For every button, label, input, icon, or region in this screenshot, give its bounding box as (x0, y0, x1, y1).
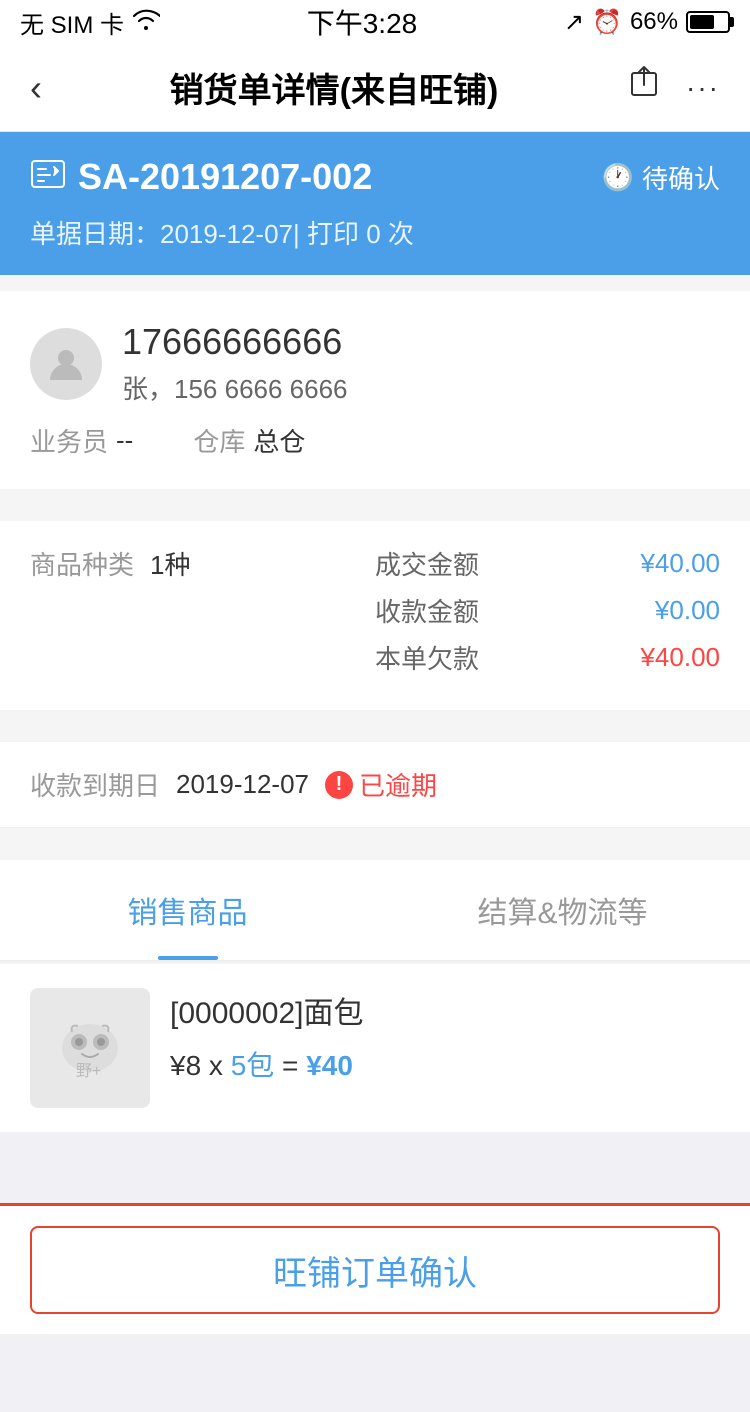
product-section: 野+ [0000002]面包 ¥8 x 5包 = ¥40 (0, 964, 750, 1132)
tabs-bar: 销售商品 结算&物流等 (0, 860, 750, 962)
warehouse-label: 仓库 (193, 422, 245, 459)
amount-row-1: 收款金额 ¥0.00 (375, 592, 720, 629)
summary-right: 成交金额 ¥40.00 收款金额 ¥0.00 本单欠款 ¥40.00 (375, 545, 720, 686)
product-item-0: 野+ [0000002]面包 ¥8 x 5包 = ¥40 (0, 964, 750, 1132)
amount-row-2: 本单欠款 ¥40.00 (375, 639, 720, 676)
summary-section: 商品种类 1种 成交金额 ¥40.00 收款金额 ¥0.00 本单欠款 ¥40.… (0, 521, 750, 710)
warehouse-item: 仓库 总仓 (193, 422, 305, 459)
customer-avatar (30, 328, 102, 400)
product-price-row-0: ¥8 x 5包 = ¥40 (170, 1044, 720, 1084)
order-header-top: SA-20191207-002 🕐 待确认 (30, 156, 720, 198)
due-date-value: 2019-12-07 (176, 769, 309, 800)
confirm-order-button[interactable]: 旺铺订单确认 (30, 1226, 720, 1314)
overdue-icon: ! (325, 771, 353, 799)
customer-phone: 17666666666 (122, 321, 348, 363)
product-total: ¥40 (306, 1050, 353, 1081)
amount-value-2: ¥40.00 (640, 642, 720, 673)
page-title: 销货单详情(来自旺铺) (170, 63, 499, 112)
amount-label-2: 本单欠款 (375, 639, 479, 676)
product-equals: = (274, 1050, 306, 1081)
summary-left: 商品种类 1种 (30, 545, 375, 582)
customer-meta: 业务员 -- 仓库 总仓 (30, 422, 720, 459)
product-info-0: [0000002]面包 ¥8 x 5包 = ¥40 (170, 988, 720, 1084)
customer-row: 17666666666 张，156 6666 6666 (30, 321, 720, 406)
share-button[interactable] (626, 65, 662, 110)
divider-2 (0, 710, 750, 726)
customer-section: 17666666666 张，156 6666 6666 业务员 -- 仓库 总仓 (0, 291, 750, 489)
warehouse-value: 总仓 (253, 422, 305, 459)
order-id: SA-20191207-002 (30, 156, 372, 198)
order-id-text: SA-20191207-002 (78, 156, 372, 198)
amount-value-0: ¥40.00 (640, 548, 720, 579)
amount-row-0: 成交金额 ¥40.00 (375, 545, 720, 582)
order-id-icon (30, 156, 66, 198)
svg-text:野+: 野+ (76, 1062, 101, 1080)
bottom-bar: 旺铺订单确认 (0, 1203, 750, 1334)
customer-info: 17666666666 张，156 6666 6666 (122, 321, 348, 406)
alarm-icon: ⏰ (592, 8, 622, 37)
tab-sales-label: 销售商品 (128, 897, 248, 930)
order-print-info: | 打印 0 次 (293, 219, 414, 249)
carrier-text: 无 SIM 卡 (20, 5, 124, 40)
product-logo: 野+ (50, 1010, 130, 1087)
product-thumbnail-0: 野+ (30, 988, 150, 1108)
status-bar-left: 无 SIM 卡 (20, 5, 160, 40)
product-type-label: 商品种类 (30, 545, 134, 582)
amount-label-1: 收款金额 (375, 592, 479, 629)
more-button[interactable]: ··· (686, 72, 720, 104)
wifi-icon (132, 8, 160, 37)
status-text: 待确认 (642, 159, 720, 196)
nav-bar: ‹ 销货单详情(来自旺铺) ··· (0, 44, 750, 132)
due-section: 收款到期日 2019-12-07 ! 已逾期 (0, 742, 750, 828)
sales-rep-value: -- (116, 425, 133, 456)
order-date-row: 单据日期：2019-12-07| 打印 0 次 (30, 214, 720, 251)
customer-name-phone: 张，156 6666 6666 (122, 369, 348, 406)
sales-rep-item: 业务员 -- (30, 422, 133, 459)
product-thumb-inner: 野+ (30, 988, 150, 1108)
due-label: 收款到期日 (30, 766, 160, 803)
nav-actions: ··· (626, 65, 720, 110)
location-icon: ↗ (564, 8, 584, 37)
product-quantity: 5包 (231, 1050, 275, 1081)
tab-settlement[interactable]: 结算&物流等 (375, 860, 750, 960)
tab-sales-products[interactable]: 销售商品 (0, 860, 375, 960)
product-name-0: [0000002]面包 (170, 988, 720, 1032)
amount-value-1: ¥0.00 (655, 595, 720, 626)
product-type-value: 1种 (150, 545, 190, 582)
divider-3 (0, 828, 750, 844)
order-header-card: SA-20191207-002 🕐 待确认 单据日期：2019-12-07| 打… (0, 132, 750, 275)
order-status: 🕐 待确认 (602, 159, 720, 196)
status-bar-time: 下午3:28 (307, 2, 418, 42)
status-bar-right: ↗ ⏰ 66% (564, 8, 730, 37)
back-button[interactable]: ‹ (30, 67, 42, 109)
tab-settlement-label: 结算&物流等 (477, 897, 647, 930)
status-bar: 无 SIM 卡 下午3:28 ↗ ⏰ 66% (0, 0, 750, 44)
amount-label-0: 成交金额 (375, 545, 479, 582)
battery-icon (686, 11, 730, 33)
status-clock-icon: 🕐 (602, 162, 634, 193)
sales-rep-label: 业务员 (30, 422, 108, 459)
order-date-value: 2019-12-07 (160, 219, 293, 249)
battery-percentage: 66% (630, 8, 678, 36)
overdue-text: 已逾期 (359, 766, 437, 803)
product-price-text: ¥8 x (170, 1050, 231, 1081)
order-date-label: 单据日期： (30, 219, 160, 249)
overdue-badge: ! 已逾期 (325, 766, 437, 803)
divider-1 (0, 489, 750, 505)
